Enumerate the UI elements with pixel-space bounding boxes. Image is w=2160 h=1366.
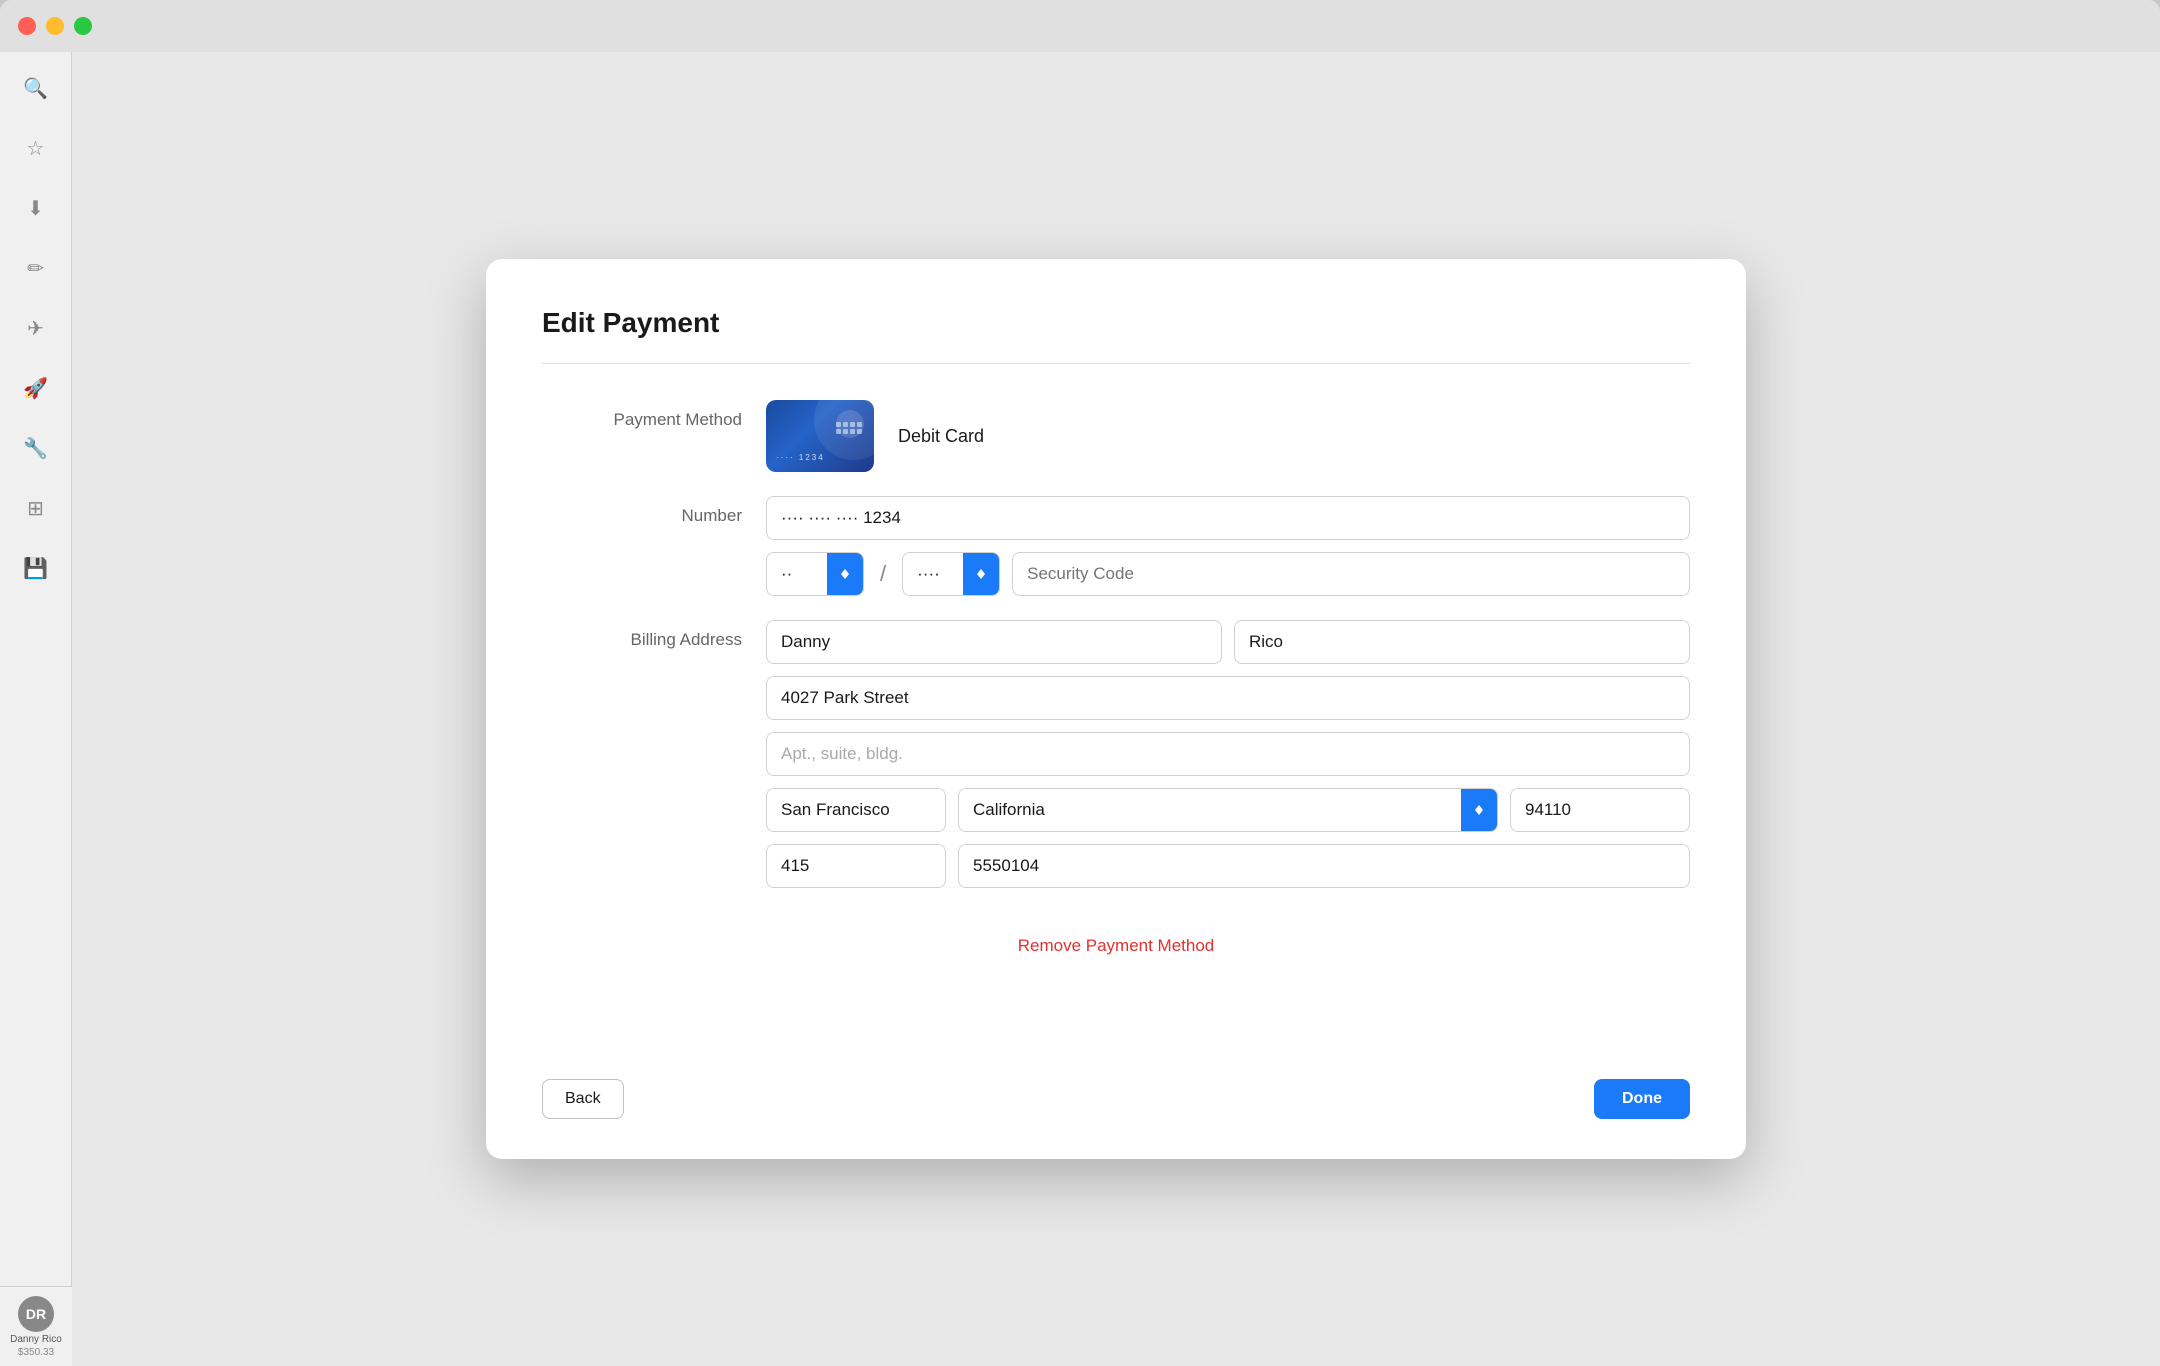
apt-input[interactable] [766,732,1690,776]
card-number-row: Number ·· [542,496,1690,596]
sidebar-brush-icon[interactable]: ✏ [20,252,52,284]
street-input[interactable] [766,676,1690,720]
sidebar-search-icon[interactable]: 🔍 [20,72,52,104]
sidebar-star-icon[interactable]: ☆ [20,132,52,164]
back-button[interactable]: Back [542,1079,624,1119]
city-input[interactable] [766,788,946,832]
close-button[interactable] [18,17,36,35]
phone-number-input[interactable] [958,844,1690,888]
number-fields: ·· / ···· [766,496,1690,596]
payment-method-fields: ···· 1234 Debit Card [766,400,1690,472]
modal-footer: Back Done [542,1055,1690,1119]
window: 🔍 ☆ ⬇ ✏ ✈ 🚀 🔧 ⊞ 💾 DR Danny Rico $350.33 … [0,0,2160,1366]
user-name: Danny Rico [10,1334,62,1345]
expiry-year-stepper[interactable]: ···· [902,552,1000,596]
state-dropdown-btn[interactable] [1461,788,1497,832]
first-name-input[interactable] [766,620,1222,664]
name-row [766,620,1690,664]
sidebar-grid-icon[interactable]: ⊞ [20,492,52,524]
billing-address-row: Billing Address [542,620,1690,888]
remove-payment-link[interactable]: Remove Payment Method [1018,936,1215,955]
card-thumbnail: ···· 1234 [766,400,874,472]
maximize-button[interactable] [74,17,92,35]
user-balance: $350.33 [18,1347,54,1358]
sidebar-tool-icon[interactable]: 🔧 [20,432,52,464]
main-area: Edit Payment Payment Method [72,52,2160,1366]
modal-title: Edit Payment [542,307,1690,339]
divider [542,363,1690,364]
area-code-input[interactable] [766,844,946,888]
expiry-month-stepper[interactable]: ·· [766,552,864,596]
form-section: Payment Method [542,400,1690,1055]
minimize-button[interactable] [46,17,64,35]
billing-address-fields: California [766,620,1690,888]
user-bar[interactable]: DR Danny Rico $350.33 [0,1286,72,1366]
expiry-month-stepper-btn[interactable] [827,552,863,596]
sidebar-download-icon[interactable]: ⬇ [20,192,52,224]
expiry-row: ·· / ···· [766,552,1690,596]
payment-method-content: ···· 1234 Debit Card [766,400,1690,472]
billing-address-label: Billing Address [542,620,742,650]
done-button[interactable]: Done [1594,1079,1690,1119]
remove-payment-section: Remove Payment Method [542,912,1690,964]
city-state-zip-row: California [766,788,1690,832]
phone-row [766,844,1690,888]
zip-input[interactable] [1510,788,1690,832]
card-number-input[interactable] [766,496,1690,540]
sidebar-rocket-icon[interactable]: 🚀 [20,372,52,404]
sidebar-save-icon[interactable]: 💾 [20,552,52,584]
payment-method-row: Payment Method [542,400,1690,472]
card-dots: ···· 1234 [776,453,864,462]
sidebar-send-icon[interactable]: ✈ [20,312,52,344]
expiry-year-value: ···· [903,564,963,584]
payment-method-label: Payment Method [542,400,742,430]
state-select[interactable]: California [958,788,1498,832]
last-name-input[interactable] [1234,620,1690,664]
sidebar: 🔍 ☆ ⬇ ✏ ✈ 🚀 🔧 ⊞ 💾 DR Danny Rico $350.33 [0,52,72,1366]
number-label: Number [542,496,742,526]
security-code-input[interactable] [1012,552,1690,596]
expiry-slash: / [876,561,890,587]
edit-payment-modal: Edit Payment Payment Method [486,259,1746,1159]
avatar: DR [18,1296,54,1332]
card-type-label: Debit Card [898,426,984,447]
title-bar [0,0,2160,52]
state-value: California [959,800,1461,820]
expiry-month-value: ·· [767,564,827,584]
card-chip [836,422,862,434]
expiry-year-stepper-btn[interactable] [963,552,999,596]
